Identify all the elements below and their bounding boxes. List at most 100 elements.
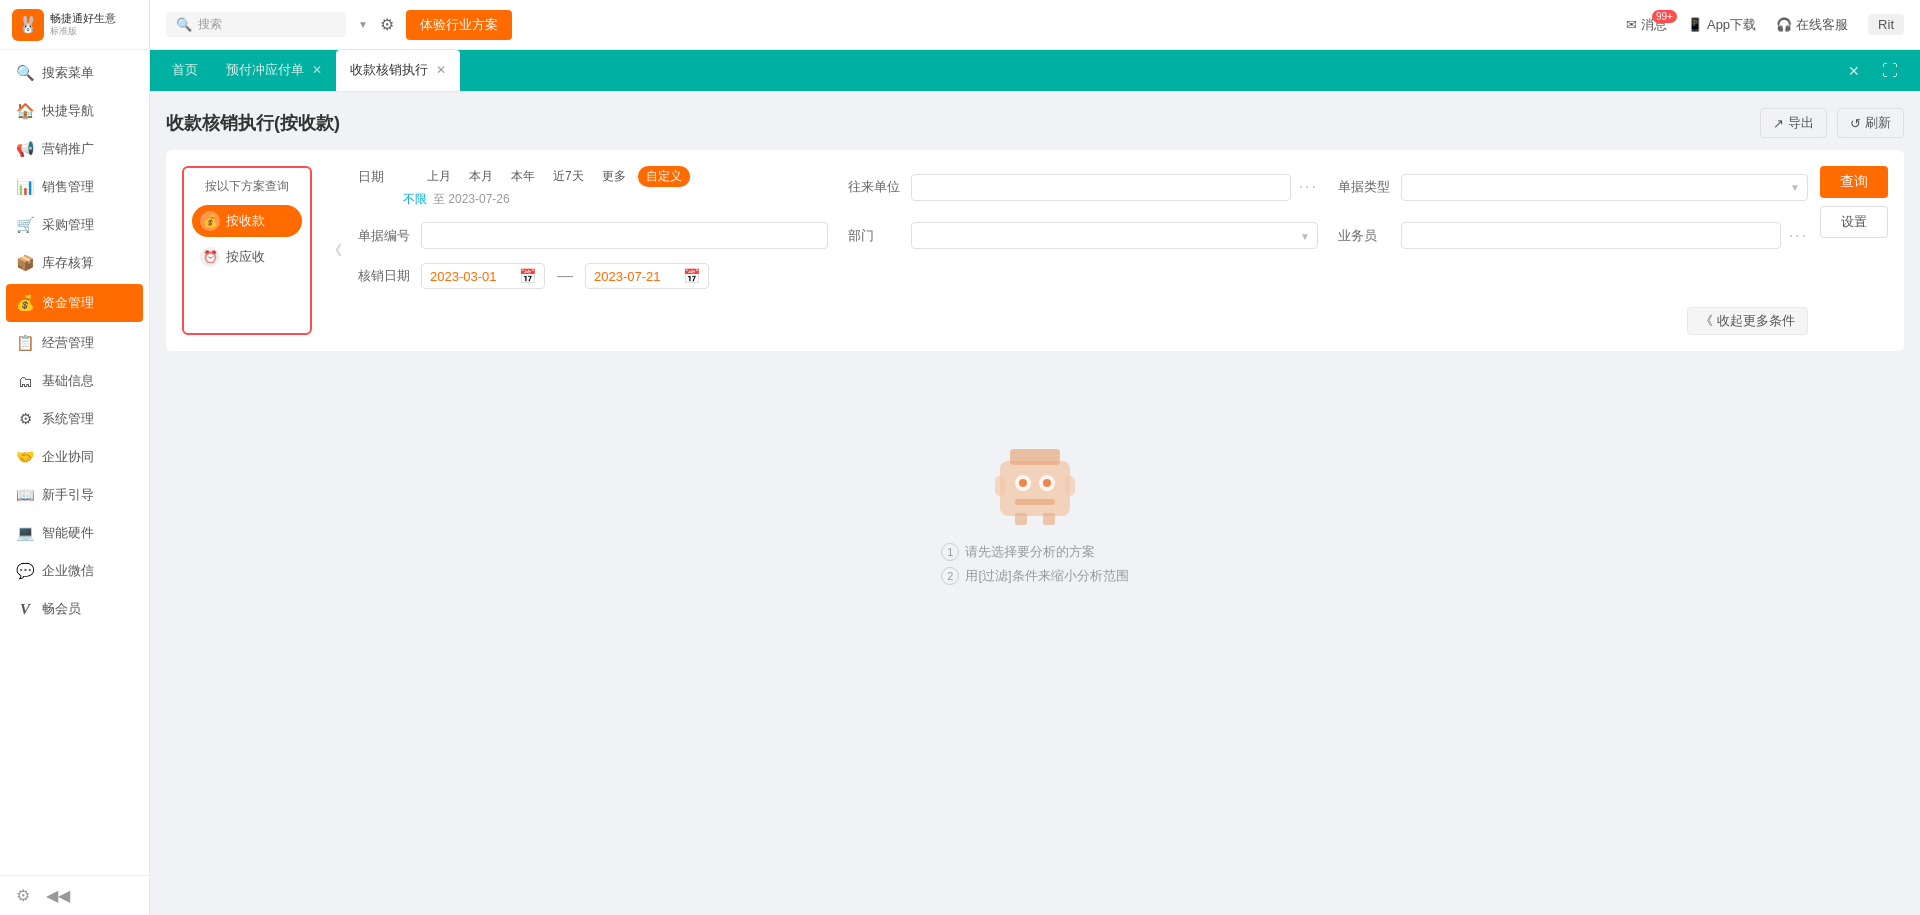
date-label: 日期 — [358, 168, 413, 186]
sidebar-item-guide[interactable]: 📖 新手引导 — [0, 476, 149, 514]
tip-num-1: 1 — [941, 543, 959, 561]
calendar-end-icon[interactable]: 📅 — [683, 268, 700, 284]
tab-payment-close[interactable]: ✕ — [436, 63, 446, 77]
collapse-filter-button[interactable]: 《 — [324, 166, 346, 335]
svg-rect-1 — [1010, 449, 1060, 465]
collapse-more-button[interactable]: 《 收起更多条件 — [1687, 307, 1808, 335]
setting-button[interactable]: 设置 — [1820, 206, 1888, 238]
empty-tip-1: 1 请先选择要分析的方案 — [941, 543, 1128, 561]
sidebar-item-collab[interactable]: 🤝 企业协同 — [0, 438, 149, 476]
logo-icon: 🐰 — [12, 9, 44, 41]
sidebar-item-wechat[interactable]: 💬 企业微信 — [0, 552, 149, 590]
filter-option-label: 按收款 — [226, 212, 265, 230]
phone-icon: 📱 — [1687, 17, 1703, 32]
date-to-text: 至 2023-07-26 — [433, 191, 510, 208]
doc-type-label: 单据类型 — [1338, 178, 1393, 196]
message-button[interactable]: ✉ 消息 99+ — [1626, 16, 1667, 34]
tab-home-label: 首页 — [172, 61, 198, 79]
sidebar-item-system[interactable]: ⚙ 系统管理 — [0, 400, 149, 438]
service-label: 在线客服 — [1796, 16, 1848, 34]
tip-text-1: 请先选择要分析的方案 — [965, 543, 1095, 561]
header-search-box[interactable]: 🔍 搜索 — [166, 12, 346, 37]
sidebar-footer: ⚙ ◀◀ — [0, 875, 149, 915]
date-filter-item: 日期 上月 本月 本年 近7天 更多 自定义 不限 — [358, 166, 828, 208]
sidebar-item-hardware[interactable]: 💻 智能硬件 — [0, 514, 149, 552]
collapse-bar: 《 收起更多条件 — [358, 307, 1808, 335]
svg-point-5 — [1043, 479, 1051, 487]
export-icon: ↗ — [1773, 116, 1784, 131]
sidebar-item-management[interactable]: 📋 经营管理 — [0, 324, 149, 362]
message-badge: 99+ — [1652, 10, 1677, 23]
sidebar-item-label: 搜索菜单 — [42, 64, 94, 82]
sidebar-item-nav[interactable]: 🏠 快捷导航 — [0, 92, 149, 130]
svg-rect-0 — [1000, 461, 1070, 516]
date-tab-last-month[interactable]: 上月 — [421, 166, 457, 187]
refresh-icon: ↺ — [1850, 116, 1861, 131]
username-display[interactable]: Rit — [1868, 14, 1904, 35]
sidebar-menu: 🔍 搜索菜单 🏠 快捷导航 📢 营销推广 📊 销售管理 🛒 采购管理 📦 库存核… — [0, 50, 149, 875]
date-tab-7days[interactable]: 近7天 — [547, 166, 590, 187]
filter-option-by-receivable[interactable]: ⏰ 按应收 — [192, 241, 302, 273]
page-title-bar: 收款核销执行(按收款) ↗ 导出 ↺ 刷新 — [166, 108, 1904, 138]
export-button[interactable]: ↗ 导出 — [1760, 108, 1827, 138]
sidebar-item-label: 经营管理 — [42, 334, 94, 352]
verify-date-filter-item: 核销日期 📅 — 📅 — [358, 263, 1318, 289]
svg-rect-7 — [995, 476, 1005, 496]
filter-scheme-title: 按以下方案查询 — [192, 178, 302, 195]
header-right: ✉ 消息 99+ 📱 App下载 🎧 在线客服 Rit — [1626, 14, 1904, 35]
tab-close-all-button[interactable]: ✕ — [1840, 57, 1868, 85]
sidebar-item-label: 基础信息 — [42, 372, 94, 390]
calendar-start-icon[interactable]: 📅 — [519, 268, 536, 284]
date-tab-this-year[interactable]: 本年 — [505, 166, 541, 187]
date-tab-this-month[interactable]: 本月 — [463, 166, 499, 187]
tab-prepay[interactable]: 预付冲应付单 ✕ — [212, 50, 336, 91]
query-button[interactable]: 查询 — [1820, 166, 1888, 198]
sidebar-item-inventory[interactable]: 📦 库存核算 — [0, 244, 149, 282]
gear-icon[interactable]: ⚙ — [380, 15, 394, 34]
doc-no-input[interactable] — [421, 222, 828, 249]
sidebar-item-label: 企业协同 — [42, 448, 94, 466]
sidebar-item-basic[interactable]: 🗂 基础信息 — [0, 362, 149, 400]
sidebar-item-marketing[interactable]: 📢 营销推广 — [0, 130, 149, 168]
date-tab-custom[interactable]: 自定义 — [638, 166, 690, 187]
hardware-icon: 💻 — [16, 524, 34, 542]
sidebar-item-purchase[interactable]: 🛒 采购管理 — [0, 206, 149, 244]
date-tab-more[interactable]: 更多 — [596, 166, 632, 187]
doc-type-select[interactable] — [1401, 174, 1808, 201]
filter-option-by-receipt[interactable]: 💰 按收款 — [192, 205, 302, 237]
dept-select[interactable] — [911, 222, 1318, 249]
page-content: 收款核销执行(按收款) ↗ 导出 ↺ 刷新 按以下方案查询 💰 按收款 — [150, 92, 1920, 915]
counterpart-input[interactable] — [911, 174, 1291, 201]
staff-input[interactable] — [1401, 222, 1781, 249]
counterpart-label: 往来单位 — [848, 178, 903, 196]
service-button[interactable]: 🎧 在线客服 — [1776, 16, 1848, 34]
marketing-icon: 📢 — [16, 140, 34, 158]
tab-expand-button[interactable]: ⛶ — [1876, 57, 1904, 85]
tab-prepay-label: 预付冲应付单 — [226, 61, 304, 79]
collapse-sidebar-icon[interactable]: ◀◀ — [46, 886, 70, 905]
search-menu-icon: 🔍 — [16, 64, 34, 82]
sidebar-item-finance[interactable]: 💰 资金管理 — [6, 284, 143, 322]
verify-date-start-input[interactable] — [430, 269, 515, 284]
tab-home[interactable]: 首页 — [158, 50, 212, 91]
inventory-icon: 📦 — [16, 254, 34, 272]
solution-button[interactable]: 体验行业方案 — [406, 10, 512, 40]
staff-label: 业务员 — [1338, 227, 1393, 245]
tab-payment[interactable]: 收款核销执行 ✕ — [336, 50, 460, 91]
dropdown-icon[interactable]: ▼ — [358, 19, 368, 30]
tab-prepay-close[interactable]: ✕ — [312, 63, 322, 77]
sidebar-item-label: 智能硬件 — [42, 524, 94, 542]
app-download-button[interactable]: 📱 App下载 — [1687, 16, 1756, 34]
top-header: 🔍 搜索 ▼ ⚙ 体验行业方案 ✉ 消息 99+ 📱 App下载 🎧 在线客服 … — [150, 0, 1920, 50]
staff-more-icon[interactable]: ··· — [1789, 227, 1808, 245]
refresh-button[interactable]: ↺ 刷新 — [1837, 108, 1904, 138]
settings-footer-icon[interactable]: ⚙ — [16, 886, 30, 905]
counterpart-more-icon[interactable]: ··· — [1299, 178, 1318, 196]
app-label: App下载 — [1707, 16, 1756, 34]
sidebar-item-sales[interactable]: 📊 销售管理 — [0, 168, 149, 206]
verify-date-end-input[interactable] — [594, 269, 679, 284]
sidebar-item-member[interactable]: V 畅会员 — [0, 590, 149, 628]
doc-type-select-wrap: ▼ — [1401, 174, 1808, 201]
date-no-limit[interactable]: 不限 — [403, 191, 427, 208]
sidebar-item-search[interactable]: 🔍 搜索菜单 — [0, 54, 149, 92]
